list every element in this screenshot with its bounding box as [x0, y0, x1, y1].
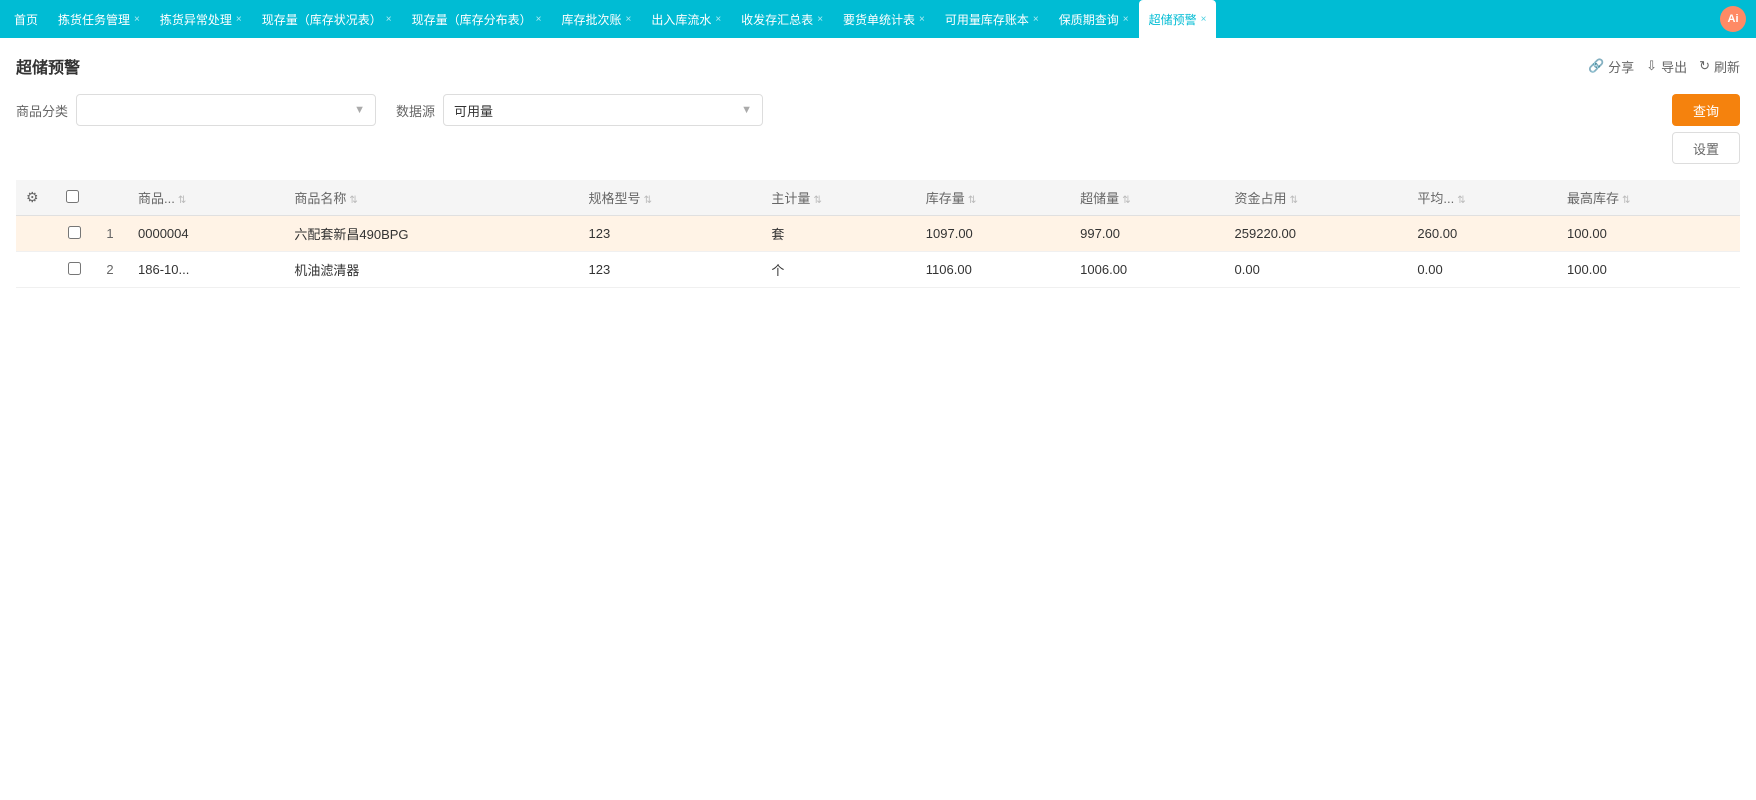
row-capital: 0.00: [1225, 252, 1408, 288]
data-table: ⚙ 商品...⇅ 商品名称⇅ 规格型号⇅ 主计量⇅ 库存量⇅ 超储量⇅ 资金占用…: [16, 180, 1740, 288]
nav-tab-4[interactable]: 现存量（库存分布表）×: [402, 0, 552, 38]
top-right-user: Ai: [1710, 0, 1756, 38]
share-icon: 🔗: [1588, 58, 1604, 74]
datasource-label: 数据源: [396, 101, 435, 120]
category-dropdown-icon: ▼: [354, 104, 365, 116]
row-overflow: 1006.00: [1070, 252, 1224, 288]
row-gear-cell: [16, 252, 56, 288]
avatar-text: Ai: [1728, 13, 1739, 25]
th-gear: ⚙: [16, 180, 56, 216]
nav-tab-close-10[interactable]: ×: [1123, 14, 1129, 25]
th-unit[interactable]: 主计量⇅: [761, 180, 915, 216]
nav-tab-close-11[interactable]: ×: [1201, 14, 1207, 25]
datasource-select-text: 可用量: [454, 101, 493, 120]
th-num: [92, 180, 128, 216]
export-button[interactable]: ⇩ 导出: [1646, 57, 1687, 76]
page-title: 超储预警: [16, 54, 80, 78]
row-spec: 123: [579, 216, 762, 252]
nav-tab-9[interactable]: 可用量库存账本×: [935, 0, 1049, 38]
setting-button[interactable]: 设置: [1672, 132, 1740, 164]
th-avg[interactable]: 平均...⇅: [1407, 180, 1557, 216]
row-max-stock: 100.00: [1557, 216, 1740, 252]
nav-tab-6[interactable]: 出入库流水×: [641, 0, 731, 38]
datasource-select[interactable]: 可用量 ▼: [443, 94, 763, 126]
nav-tab-2[interactable]: 拣货异常处理×: [150, 0, 252, 38]
row-stock: 1106.00: [916, 252, 1070, 288]
page-header: 超储预警 🔗 分享 ⇩ 导出 ↻ 刷新: [16, 54, 1740, 78]
user-avatar[interactable]: Ai: [1720, 6, 1746, 32]
category-filter: 商品分类 ▼: [16, 94, 376, 126]
nav-tab-11[interactable]: 超储预警×: [1139, 0, 1217, 38]
row-max-stock: 100.00: [1557, 252, 1740, 288]
row-avg: 0.00: [1407, 252, 1557, 288]
category-select[interactable]: ▼: [76, 94, 376, 126]
nav-tab-8[interactable]: 要货单统计表×: [833, 0, 935, 38]
row-goods-name: 六配套新昌490BPG: [284, 216, 578, 252]
category-label: 商品分类: [16, 101, 68, 120]
th-overflow[interactable]: 超储量⇅: [1070, 180, 1224, 216]
top-nav: 首页拣货任务管理×拣货异常处理×现存量（库存状况表）×现存量（库存分布表）×库存…: [0, 0, 1756, 38]
export-icon: ⇩: [1646, 58, 1657, 74]
nav-tab-close-9[interactable]: ×: [1033, 14, 1039, 25]
row-unit: 套: [761, 216, 915, 252]
nav-tab-0[interactable]: 首页: [4, 0, 48, 38]
filter-buttons: 查询 设置: [1672, 94, 1740, 164]
nav-tab-close-1[interactable]: ×: [134, 14, 140, 25]
datasource-dropdown-icon: ▼: [741, 104, 752, 116]
nav-tab-close-3[interactable]: ×: [386, 14, 392, 25]
export-label: 导出: [1661, 57, 1687, 76]
share-button[interactable]: 🔗 分享: [1588, 57, 1634, 76]
nav-tab-close-7[interactable]: ×: [817, 14, 823, 25]
table-row: 1 0000004 六配套新昌490BPG 123 套 1097.00 997.…: [16, 216, 1740, 252]
row-num-cell: 2: [92, 252, 128, 288]
row-gear-cell: [16, 216, 56, 252]
th-goods-code[interactable]: 商品...⇅: [128, 180, 284, 216]
nav-tab-close-4[interactable]: ×: [536, 14, 542, 25]
row-avg: 260.00: [1407, 216, 1557, 252]
row-checkbox-cell[interactable]: [56, 216, 92, 252]
nav-tab-5[interactable]: 库存批次账×: [551, 0, 641, 38]
nav-tab-close-6[interactable]: ×: [715, 14, 721, 25]
nav-tab-close-8[interactable]: ×: [919, 14, 925, 25]
row-checkbox-cell[interactable]: [56, 252, 92, 288]
gear-icon[interactable]: ⚙: [26, 189, 39, 205]
th-spec[interactable]: 规格型号⇅: [579, 180, 762, 216]
nav-tab-7[interactable]: 收发存汇总表×: [731, 0, 833, 38]
nav-tab-10[interactable]: 保质期查询×: [1049, 0, 1139, 38]
th-checkbox: [56, 180, 92, 216]
row-checkbox-0[interactable]: [68, 226, 81, 239]
refresh-icon: ↻: [1699, 58, 1710, 74]
select-all-checkbox[interactable]: [66, 190, 79, 203]
page-content: 超储预警 🔗 分享 ⇩ 导出 ↻ 刷新 商品分类 ▼: [0, 38, 1756, 800]
nav-tab-1[interactable]: 拣货任务管理×: [48, 0, 150, 38]
refresh-button[interactable]: ↻ 刷新: [1699, 57, 1740, 76]
share-label: 分享: [1608, 57, 1634, 76]
row-num-cell: 1: [92, 216, 128, 252]
row-goods-code: 186-10...: [128, 252, 284, 288]
table-header-row: ⚙ 商品...⇅ 商品名称⇅ 规格型号⇅ 主计量⇅ 库存量⇅ 超储量⇅ 资金占用…: [16, 180, 1740, 216]
th-goods-name[interactable]: 商品名称⇅: [284, 180, 578, 216]
row-overflow: 997.00: [1070, 216, 1224, 252]
table-row: 2 186-10... 机油滤清器 123 个 1106.00 1006.00 …: [16, 252, 1740, 288]
datasource-filter: 数据源 可用量 ▼: [396, 94, 763, 126]
th-capital[interactable]: 资金占用⇅: [1225, 180, 1408, 216]
row-checkbox-1[interactable]: [68, 262, 81, 275]
th-max-stock[interactable]: 最高库存⇅: [1557, 180, 1740, 216]
row-goods-name: 机油滤清器: [284, 252, 578, 288]
nav-tab-close-5[interactable]: ×: [625, 14, 631, 25]
query-button[interactable]: 查询: [1672, 94, 1740, 126]
row-capital: 259220.00: [1225, 216, 1408, 252]
refresh-label: 刷新: [1714, 57, 1740, 76]
row-stock: 1097.00: [916, 216, 1070, 252]
nav-tab-3[interactable]: 现存量（库存状况表）×: [252, 0, 402, 38]
row-unit: 个: [761, 252, 915, 288]
row-spec: 123: [579, 252, 762, 288]
nav-tab-close-2[interactable]: ×: [236, 14, 242, 25]
th-stock[interactable]: 库存量⇅: [916, 180, 1070, 216]
header-actions: 🔗 分享 ⇩ 导出 ↻ 刷新: [1588, 57, 1740, 76]
row-goods-code: 0000004: [128, 216, 284, 252]
